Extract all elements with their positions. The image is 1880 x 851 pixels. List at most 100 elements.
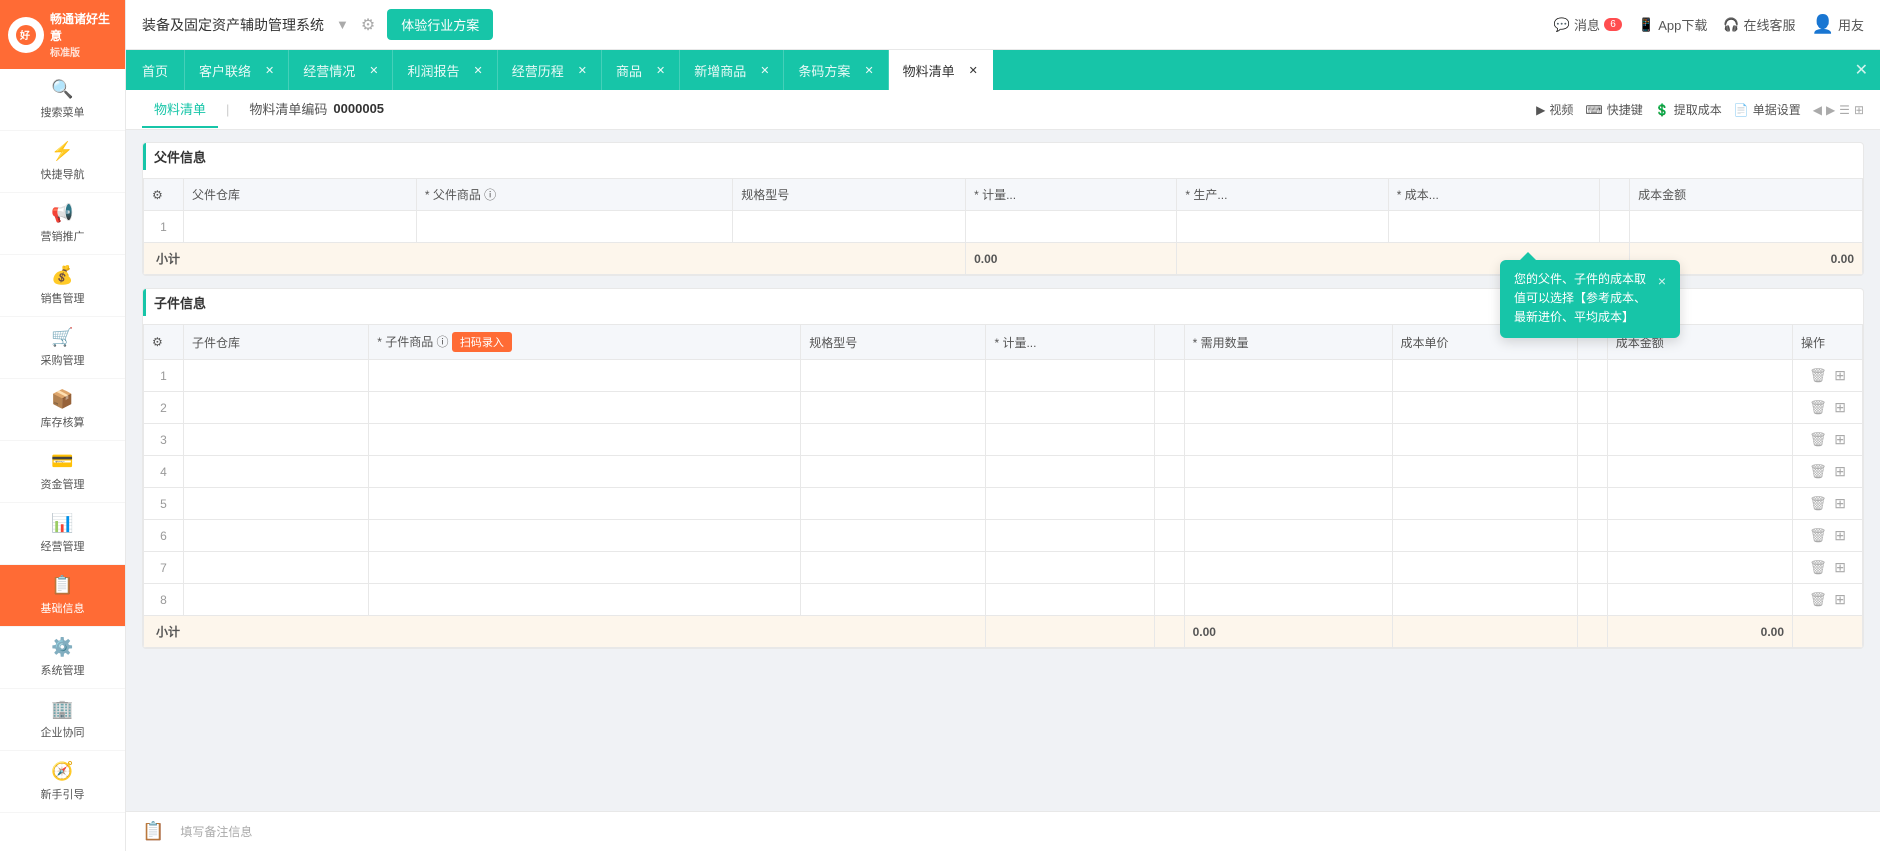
copy-icon-6[interactable]: ⊞ — [1834, 527, 1846, 543]
nav-tab-close-barcode[interactable]: ✕ — [864, 64, 873, 77]
child-unit-price-1[interactable] — [1392, 360, 1577, 392]
delete-icon-6[interactable]: 🗑 — [1809, 527, 1827, 543]
expand-icon[interactable]: ⊞ — [1854, 103, 1864, 117]
copy-icon-7[interactable]: ⊞ — [1834, 559, 1846, 575]
child-qty-2[interactable] — [1184, 392, 1392, 424]
nav-tab-barcode[interactable]: 条码方案✕ — [784, 50, 888, 90]
copy-icon-2[interactable]: ⊞ — [1834, 399, 1846, 415]
child-warehouse-6[interactable] — [184, 520, 369, 552]
child-spec-7[interactable] — [801, 552, 986, 584]
child-spec-4[interactable] — [801, 456, 986, 488]
child-warehouse-2[interactable] — [184, 392, 369, 424]
copy-icon-1[interactable]: ⊞ — [1834, 367, 1846, 383]
child-qty-6[interactable] — [1184, 520, 1392, 552]
delete-icon-2[interactable]: 🗑 — [1809, 399, 1827, 415]
child-spec-1[interactable] — [801, 360, 986, 392]
tooltip-close-btn[interactable]: × — [1658, 270, 1666, 292]
child-unit-8[interactable] — [986, 584, 1154, 616]
child-product-1[interactable] — [369, 360, 801, 392]
copy-icon-3[interactable]: ⊞ — [1834, 431, 1846, 447]
child-qty-5[interactable] — [1184, 488, 1392, 520]
parent-warehouse-1[interactable] — [184, 211, 417, 243]
settings-icon[interactable]: ⚙ — [361, 15, 375, 35]
copy-icon-4[interactable]: ⊞ — [1834, 463, 1846, 479]
child-warehouse-4[interactable] — [184, 456, 369, 488]
child-qty-1[interactable] — [1184, 360, 1392, 392]
sidebar-item-basic[interactable]: 📋 基础信息 — [0, 565, 125, 627]
nav-right-icon[interactable]: ▶ — [1826, 103, 1835, 117]
parent-production-1[interactable] — [1177, 211, 1388, 243]
child-unit-3[interactable] — [986, 424, 1154, 456]
child-unit-price-7[interactable] — [1392, 552, 1577, 584]
shortcut-btn[interactable]: ⌨ 快捷键 — [1585, 101, 1642, 118]
app-download-item[interactable]: 📱 App下载 — [1638, 15, 1707, 34]
nav-tab-new_goods[interactable]: 新增商品✕ — [680, 50, 784, 90]
child-warehouse-3[interactable] — [184, 424, 369, 456]
parent-product-1[interactable] — [416, 211, 732, 243]
sidebar-item-system[interactable]: ⚙️ 系统管理 — [0, 627, 125, 689]
delete-icon-8[interactable]: 🗑 — [1809, 591, 1827, 607]
parent-unit-1[interactable] — [966, 211, 1177, 243]
user-item[interactable]: 👤 用友 — [1812, 14, 1864, 35]
nav-tab-close-history[interactable]: ✕ — [578, 64, 587, 77]
nav-tab-bom[interactable]: 物料清单✕ — [889, 50, 993, 90]
delete-icon-4[interactable]: 🗑 — [1809, 463, 1827, 479]
child-unit-4[interactable] — [986, 456, 1154, 488]
child-product-6[interactable] — [369, 520, 801, 552]
child-unit-7[interactable] — [986, 552, 1154, 584]
child-product-7[interactable] — [369, 552, 801, 584]
online-service-item[interactable]: 🎧 在线客服 — [1723, 15, 1795, 34]
child-qty-7[interactable] — [1184, 552, 1392, 584]
child-qty-3[interactable] — [1184, 424, 1392, 456]
child-warehouse-1[interactable] — [184, 360, 369, 392]
sub-tab-bom-list[interactable]: 物料清单 — [142, 92, 218, 128]
child-product-2[interactable] — [369, 392, 801, 424]
sidebar-item-operation[interactable]: 📊 经营管理 — [0, 503, 125, 565]
nav-left-icon[interactable]: ◀ — [1813, 103, 1822, 117]
child-unit-2[interactable] — [986, 392, 1154, 424]
child-warehouse-7[interactable] — [184, 552, 369, 584]
sidebar-item-search[interactable]: 🔍 搜索菜单 — [0, 69, 125, 131]
nav-tab-goods[interactable]: 商品✕ — [602, 50, 680, 90]
child-unit-price-6[interactable] — [1392, 520, 1577, 552]
child-unit-6[interactable] — [986, 520, 1154, 552]
delete-icon-5[interactable]: 🗑 — [1809, 495, 1827, 511]
delete-icon-1[interactable]: 🗑 — [1809, 367, 1827, 383]
nav-tab-profit[interactable]: 利润报告✕ — [393, 50, 497, 90]
copy-icon-8[interactable]: ⊞ — [1834, 591, 1846, 607]
child-unit-price-4[interactable] — [1392, 456, 1577, 488]
sidebar-item-quick_nav[interactable]: ⚡ 快捷导航 — [0, 131, 125, 193]
single-settings-btn[interactable]: 📄 单据设置 — [1734, 101, 1801, 118]
delete-icon-7[interactable]: 🗑 — [1809, 559, 1827, 575]
child-product-4[interactable] — [369, 456, 801, 488]
dropdown-icon[interactable]: ▼ — [336, 17, 349, 32]
parent-spec-1[interactable] — [733, 211, 966, 243]
nav-tab-history[interactable]: 经营历程✕ — [498, 50, 602, 90]
sidebar-item-purchase[interactable]: 🛒 采购管理 — [0, 317, 125, 379]
sidebar-item-finance[interactable]: 💳 资金管理 — [0, 441, 125, 503]
nav-tab-close-operations[interactable]: ✕ — [369, 64, 378, 77]
child-qty-8[interactable] — [1184, 584, 1392, 616]
sidebar-item-guide[interactable]: 🧭 新手引导 — [0, 751, 125, 813]
sidebar-item-corp[interactable]: 🏢 企业协同 — [0, 689, 125, 751]
child-spec-3[interactable] — [801, 424, 986, 456]
child-unit-price-2[interactable] — [1392, 392, 1577, 424]
sidebar-item-inventory[interactable]: 📦 库存核算 — [0, 379, 125, 441]
child-spec-6[interactable] — [801, 520, 986, 552]
child-warehouse-8[interactable] — [184, 584, 369, 616]
message-item[interactable]: 💬 消息 6 — [1554, 15, 1622, 34]
nav-tab-customer[interactable]: 客户联络✕ — [185, 50, 289, 90]
nav-close-btn[interactable]: ✕ — [1843, 60, 1880, 80]
delete-icon-3[interactable]: 🗑 — [1809, 431, 1827, 447]
nav-tab-close-goods[interactable]: ✕ — [656, 64, 665, 77]
sidebar-item-marketing[interactable]: 📢 营销推广 — [0, 193, 125, 255]
child-unit-price-8[interactable] — [1392, 584, 1577, 616]
sub-tab-bom-code[interactable]: 物料清单编码 0000005 — [237, 92, 396, 128]
child-spec-8[interactable] — [801, 584, 986, 616]
child-spec-5[interactable] — [801, 488, 986, 520]
child-spec-2[interactable] — [801, 392, 986, 424]
view-btn[interactable]: ▶ 视频 — [1536, 101, 1573, 118]
copy-icon-5[interactable]: ⊞ — [1834, 495, 1846, 511]
nav-tab-close-new_goods[interactable]: ✕ — [760, 64, 769, 77]
child-product-5[interactable] — [369, 488, 801, 520]
